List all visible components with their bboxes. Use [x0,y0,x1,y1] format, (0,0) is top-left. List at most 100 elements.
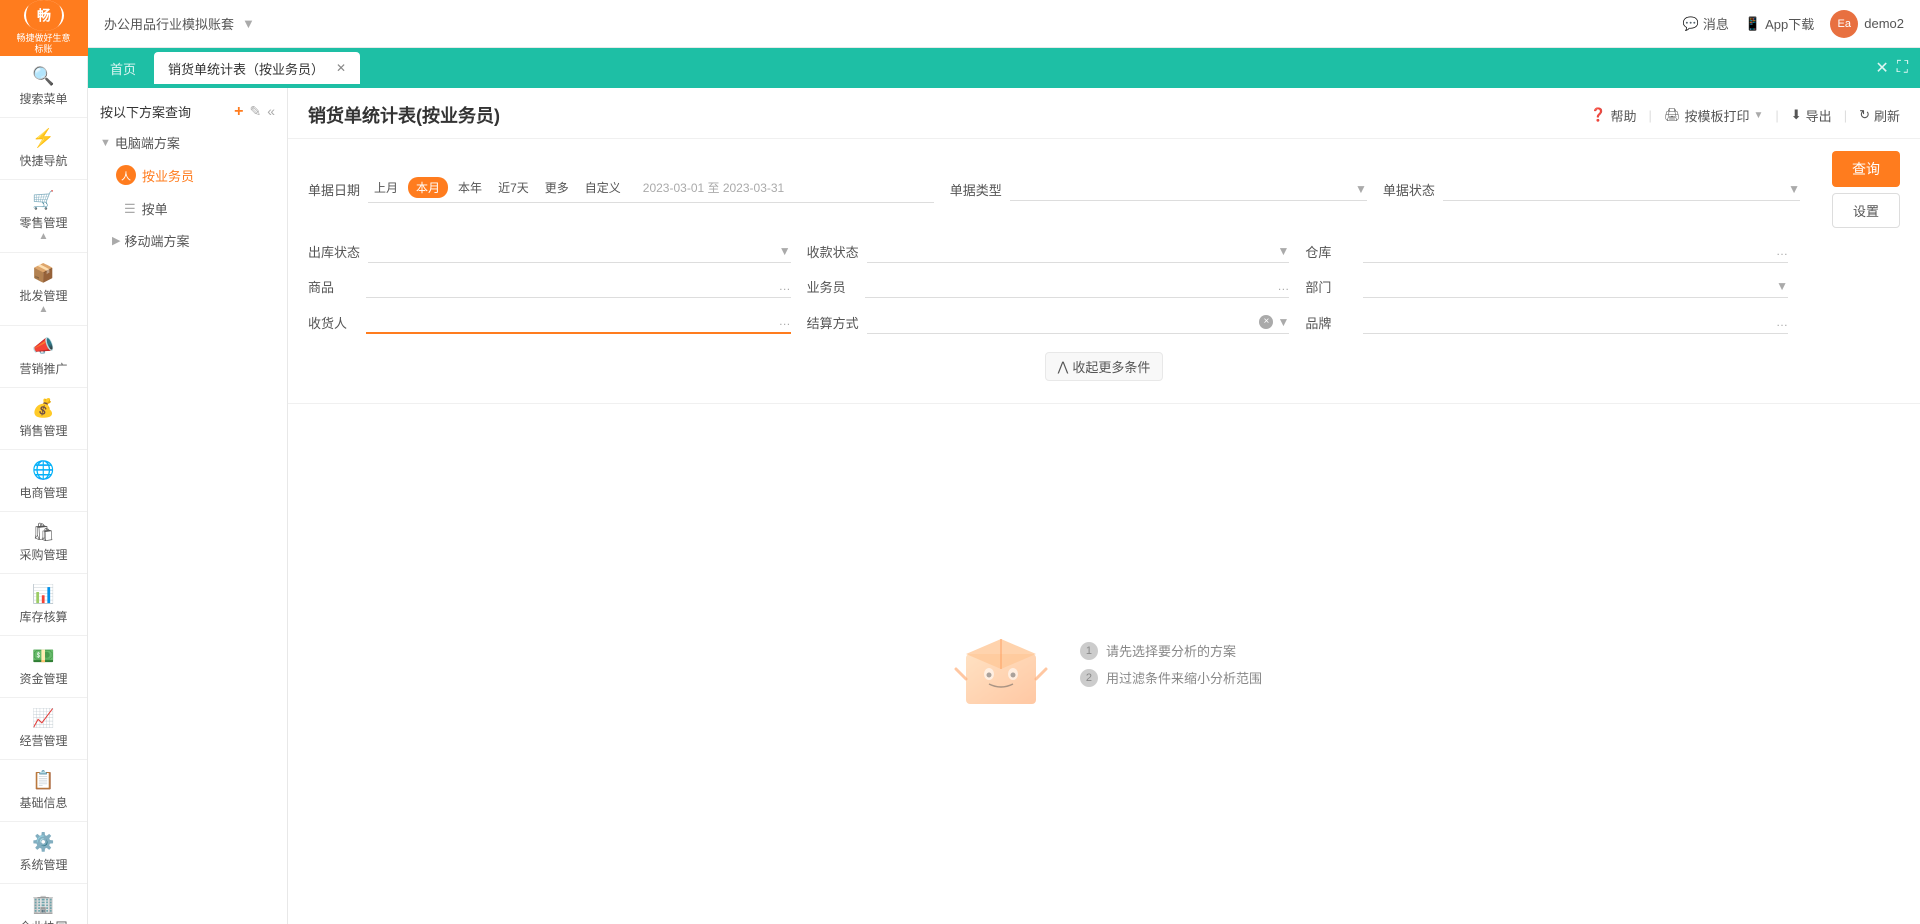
refresh-button[interactable]: ↻ 刷新 [1859,106,1900,125]
payment-clear-button[interactable]: × [1259,315,1273,329]
refresh-label: 刷新 [1874,106,1900,125]
scheme-item-label: 按业务员 [142,166,194,185]
sidebar-item-finance[interactable]: 💵 资金管理 [0,636,87,698]
maximize-window-button[interactable]: ⛶ [1897,59,1908,77]
header-left: 办公用品行业模拟账套 ▼ [104,14,255,33]
scheme-section: ▼ 电脑端方案 人 按业务员 ☰ 按单 [88,127,287,256]
salesperson-wrap: … [865,275,1290,298]
sidebar-item-label: 销售管理 [19,422,67,439]
sidebar-item-marketing[interactable]: 📣 营销推广 [0,326,87,388]
payment-dropdown-icon[interactable]: ▼ [1277,315,1289,329]
scheme-panel: 按以下方案查询 + ✎ « ▼ 电脑端方案 [88,88,288,924]
msg-button[interactable]: 💬 消息 [1683,14,1729,33]
sidebar-item-system[interactable]: ⚙️ 系统管理 [0,822,87,884]
salesperson-more-icon[interactable]: … [1277,279,1289,293]
content-wrapper: 按以下方案查询 + ✎ « ▼ 电脑端方案 [88,88,1920,924]
filter-brand: 品牌 … [1305,311,1788,334]
date-tab-custom[interactable]: 自定义 [579,177,627,198]
search-icon: 🔍 [32,66,54,87]
export-button[interactable]: ⬇ 导出 [1791,106,1832,125]
scheme-group-pc-header[interactable]: ▼ 电脑端方案 [88,127,287,158]
dept-dropdown-icon[interactable]: ▼ [1776,279,1788,293]
sidebar-item-basic[interactable]: 📋 基础信息 [0,760,87,822]
sidebar-item-label: 快捷导航 [19,152,67,169]
top-header: 办公用品行业模拟账套 ▼ 💬 消息 📱 App下载 Ea demo2 [88,0,1920,48]
date-tab-7days[interactable]: 近7天 [492,177,535,198]
query-button[interactable]: 查询 [1832,151,1900,187]
filter-out-status: 出库状态 ▼ [308,240,791,263]
order-scheme-icon: ☰ [124,201,136,217]
warehouse-more-icon[interactable]: … [1776,244,1788,258]
filter-goods: 商品 … [308,275,791,298]
filter-row-3: 商品 … 业务员 … [308,275,1900,298]
marketing-icon: 📣 [32,336,54,357]
corp-icon: 🏢 [32,894,54,915]
tab-home[interactable]: 首页 [96,52,150,84]
sidebar-item-sales[interactable]: 💰 销售管理 [0,388,87,450]
out-status-dropdown-icon[interactable]: ▼ [779,244,791,258]
sidebar-item-ops[interactable]: 📈 经营管理 [0,698,87,760]
msg-label: 消息 [1703,14,1729,33]
date-tabs: 上月 本月 本年 近7天 更多 自定义 [368,177,627,198]
scheme-panel-title: 按以下方案查询 [100,102,191,121]
divider2: | [1775,108,1778,123]
scheme-group-pc: ▼ 电脑端方案 人 按业务员 ☰ 按单 [88,127,287,225]
sidebar-item-purchase[interactable]: 🛍 采购管理 [0,512,87,574]
date-tab-last-month[interactable]: 上月 [368,177,404,198]
sales-icon: 💰 [32,398,54,419]
filter-row-2: 出库状态 ▼ 收款状态 ▼ [308,240,1900,263]
scheme-item-by-salesperson[interactable]: 人 按业务员 [88,158,287,192]
breadcrumb-text: 办公用品行业模拟账套 [104,14,234,33]
collect-status-dropdown-icon[interactable]: ▼ [1277,244,1289,258]
filter-date: 单据日期 上月 本月 本年 近7天 更多 自定义 20 [308,177,934,203]
page-title: 销货单统计表(按业务员) [308,102,500,128]
svg-text:畅: 畅 [37,8,51,24]
date-tab-this-year[interactable]: 本年 [452,177,488,198]
doc-status-dropdown-icon[interactable]: ▼ [1788,182,1800,196]
tab-sales-stat[interactable]: 销货单统计表（按业务员） ✕ [154,52,360,84]
app-download-label: App下载 [1765,14,1814,33]
settings-button[interactable]: 设置 [1832,193,1900,228]
sidebar-item-shortcut[interactable]: ⚡ 快捷导航 [0,118,87,180]
sidebar-item-label: 电商管理 [19,484,67,501]
msg-icon: 💬 [1683,16,1699,32]
sidebar-item-inventory[interactable]: 📊 库存核算 [0,574,87,636]
dept-wrap: ▼ [1363,275,1788,298]
collapse-icon: ⋀ [1058,359,1069,375]
date-tab-this-month[interactable]: 本月 [408,177,448,198]
print-icon: 🖨 [1664,107,1681,123]
app-download-button[interactable]: 📱 App下载 [1745,14,1814,33]
brand-more-icon[interactable]: … [1776,315,1788,329]
goods-label: 商品 [308,277,358,296]
user-avatar-button[interactable]: Ea demo2 [1830,10,1904,38]
doc-type-dropdown-icon[interactable]: ▼ [1355,182,1367,196]
sidebar-item-retail[interactable]: 🛒 零售管理 ▲ [0,180,87,253]
tab-bar: 首页 销货单统计表（按业务员） ✕ ✕ ⛶ [88,48,1920,88]
sidebar-item-search[interactable]: 🔍 搜索菜单 [0,56,87,118]
sidebar-item-corp[interactable]: 🏢 企业协同 [0,884,87,924]
breadcrumb-arrow[interactable]: ▼ [242,16,255,31]
avatar-text: Ea [1838,18,1851,30]
collapse-button[interactable]: ⋀ 收起更多条件 [1045,352,1164,381]
scheme-edit-button[interactable]: ✎ [249,103,261,121]
scheme-add-button[interactable]: + [234,103,243,121]
tab-close-button[interactable]: ✕ [336,61,346,75]
dept-label: 部门 [1305,277,1355,296]
print-button[interactable]: 🖨 按模板打印 ▼ [1664,106,1763,125]
warehouse-label: 仓库 [1305,242,1355,261]
help-button[interactable]: ❓ 帮助 [1590,106,1636,125]
consignee-more-icon[interactable]: … [779,314,791,328]
sidebar-item-ecom[interactable]: 🌐 电商管理 [0,450,87,512]
sidebar-nav: 🔍 搜索菜单 ⚡ 快捷导航 🛒 零售管理 ▲ 📦 批发管理 ▲ 📣 营销推广 💰… [0,56,87,924]
scheme-group-mobile-header[interactable]: ▶ 移动端方案 [88,225,287,256]
goods-more-icon[interactable]: … [779,279,791,293]
date-tab-more[interactable]: 更多 [539,177,575,198]
date-filter: 上月 本月 本年 近7天 更多 自定义 2023-03-01 至 2023-03… [368,177,934,203]
ecom-icon: 🌐 [32,460,54,481]
scheme-collapse-button[interactable]: « [267,103,275,121]
sidebar-item-wholesale[interactable]: 📦 批发管理 ▲ [0,253,87,326]
shortcut-icon: ⚡ [32,128,54,149]
scheme-item-by-order[interactable]: ☰ 按单 [88,192,287,225]
close-window-button[interactable]: ✕ [1875,58,1888,78]
tip-text-1: 请先选择要分析的方案 [1106,641,1236,660]
